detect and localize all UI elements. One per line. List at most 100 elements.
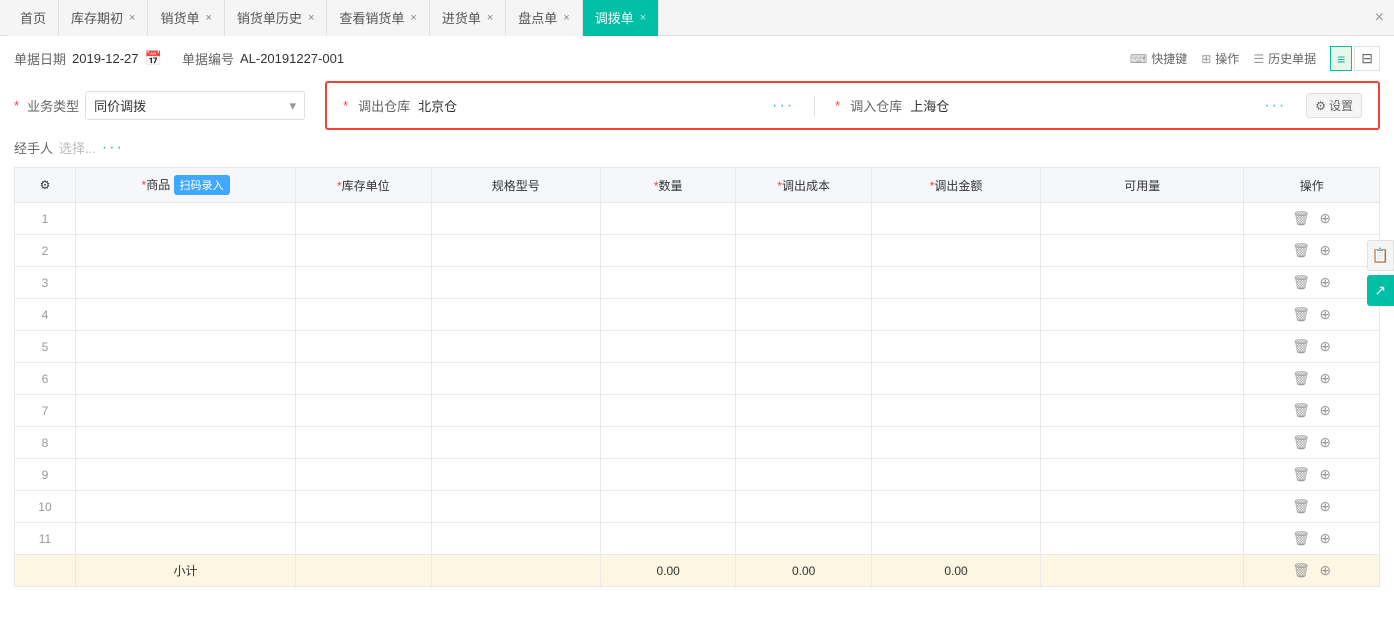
product-cell-11[interactable] (75, 523, 295, 555)
layout-btn-list[interactable]: ≡ (1330, 46, 1352, 71)
close-transfer[interactable]: × (640, 12, 646, 24)
spec-cell-5[interactable] (431, 331, 600, 363)
delete-icon-4[interactable]: 🗑 (1292, 306, 1310, 322)
available-cell-2[interactable] (1041, 235, 1244, 267)
scan-input-button[interactable]: 扫码录入 (174, 175, 230, 195)
unit-cell-10[interactable] (296, 491, 431, 523)
product-cell-9[interactable] (75, 459, 295, 491)
available-cell-6[interactable] (1041, 363, 1244, 395)
spec-cell-4[interactable] (431, 299, 600, 331)
cost-cell-5[interactable] (736, 331, 871, 363)
unit-cell-1[interactable] (296, 203, 431, 235)
col-header-settings[interactable]: ⚙ (15, 168, 76, 203)
product-cell-10[interactable] (75, 491, 295, 523)
available-cell-9[interactable] (1041, 459, 1244, 491)
close-view-sales[interactable]: × (410, 12, 416, 24)
delete-icon-6[interactable]: 🗑 (1292, 370, 1310, 386)
cost-cell-10[interactable] (736, 491, 871, 523)
amount-cell-2[interactable] (871, 235, 1040, 267)
close-inventory-init[interactable]: × (129, 12, 135, 24)
copy-icon-11[interactable]: ⊕ (1319, 530, 1331, 546)
product-cell-4[interactable] (75, 299, 295, 331)
copy-icon-1[interactable]: ⊕ (1319, 210, 1331, 226)
copy-icon-7[interactable]: ⊕ (1319, 402, 1331, 418)
qty-cell-3[interactable] (600, 267, 735, 299)
qty-cell-5[interactable] (600, 331, 735, 363)
amount-cell-10[interactable] (871, 491, 1040, 523)
available-cell-5[interactable] (1041, 331, 1244, 363)
cost-cell-11[interactable] (736, 523, 871, 555)
copy-icon-sub[interactable]: ⊕ (1319, 562, 1331, 578)
product-cell-5[interactable] (75, 331, 295, 363)
right-panel-expand-button[interactable]: ↗ (1367, 275, 1394, 306)
operations-action[interactable]: ⊞ 操作 (1201, 50, 1239, 67)
spec-cell-7[interactable] (431, 395, 600, 427)
amount-cell-8[interactable] (871, 427, 1040, 459)
product-cell-6[interactable] (75, 363, 295, 395)
copy-icon-10[interactable]: ⊕ (1319, 498, 1331, 514)
qty-cell-2[interactable] (600, 235, 735, 267)
amount-cell-11[interactable] (871, 523, 1040, 555)
spec-cell-3[interactable] (431, 267, 600, 299)
cost-cell-8[interactable] (736, 427, 871, 459)
agent-more-button[interactable]: ··· (102, 139, 124, 157)
unit-cell-8[interactable] (296, 427, 431, 459)
cost-cell-6[interactable] (736, 363, 871, 395)
layout-btn-grid[interactable]: ⊟ (1354, 46, 1380, 71)
unit-cell-11[interactable] (296, 523, 431, 555)
copy-icon-9[interactable]: ⊕ (1319, 466, 1331, 482)
right-panel-notes-button[interactable]: 📋 (1367, 240, 1394, 271)
available-cell-3[interactable] (1041, 267, 1244, 299)
product-cell-1[interactable] (75, 203, 295, 235)
available-cell-4[interactable] (1041, 299, 1244, 331)
copy-icon-8[interactable]: ⊕ (1319, 434, 1331, 450)
delete-icon-10[interactable]: 🗑 (1292, 498, 1310, 514)
amount-cell-6[interactable] (871, 363, 1040, 395)
available-cell-7[interactable] (1041, 395, 1244, 427)
delete-icon-7[interactable]: 🗑 (1292, 402, 1310, 418)
unit-cell-6[interactable] (296, 363, 431, 395)
product-cell-3[interactable] (75, 267, 295, 299)
delete-icon-2[interactable]: 🗑 (1292, 242, 1310, 258)
unit-cell-3[interactable] (296, 267, 431, 299)
unit-cell-5[interactable] (296, 331, 431, 363)
delete-icon-8[interactable]: 🗑 (1292, 434, 1310, 450)
spec-cell-1[interactable] (431, 203, 600, 235)
amount-cell-3[interactable] (871, 267, 1040, 299)
agent-select[interactable]: 选择... (59, 138, 96, 157)
tab-inventory-init[interactable]: 库存期初 × (59, 0, 148, 36)
spec-cell-9[interactable] (431, 459, 600, 491)
transfer-in-more-button[interactable]: ··· (1264, 97, 1286, 115)
available-cell-8[interactable] (1041, 427, 1244, 459)
qty-cell-8[interactable] (600, 427, 735, 459)
available-cell-10[interactable] (1041, 491, 1244, 523)
qty-cell-1[interactable] (600, 203, 735, 235)
delete-icon-5[interactable]: 🗑 (1292, 338, 1310, 354)
cost-cell-1[interactable] (736, 203, 871, 235)
cost-cell-2[interactable] (736, 235, 871, 267)
tab-sales-history[interactable]: 销货单历史 × (225, 0, 327, 36)
qty-cell-6[interactable] (600, 363, 735, 395)
delete-icon-11[interactable]: 🗑 (1292, 530, 1310, 546)
tab-inventory-check[interactable]: 盘点单 × (506, 0, 582, 36)
window-close-button[interactable]: × (1375, 9, 1384, 27)
settings-button[interactable]: ⚙ 设置 (1306, 93, 1362, 118)
qty-cell-10[interactable] (600, 491, 735, 523)
tab-purchase[interactable]: 进货单 × (430, 0, 506, 36)
unit-cell-7[interactable] (296, 395, 431, 427)
qty-cell-7[interactable] (600, 395, 735, 427)
tab-view-sales[interactable]: 查看销货单 × (327, 0, 429, 36)
available-cell-1[interactable] (1041, 203, 1244, 235)
amount-cell-4[interactable] (871, 299, 1040, 331)
close-purchase[interactable]: × (487, 12, 493, 24)
qty-cell-11[interactable] (600, 523, 735, 555)
product-cell-8[interactable] (75, 427, 295, 459)
amount-cell-7[interactable] (871, 395, 1040, 427)
delete-icon-9[interactable]: 🗑 (1292, 466, 1310, 482)
spec-cell-11[interactable] (431, 523, 600, 555)
unit-cell-2[interactable] (296, 235, 431, 267)
cost-cell-4[interactable] (736, 299, 871, 331)
spec-cell-8[interactable] (431, 427, 600, 459)
spec-cell-2[interactable] (431, 235, 600, 267)
tab-transfer[interactable]: 调拨单 × (583, 0, 659, 36)
